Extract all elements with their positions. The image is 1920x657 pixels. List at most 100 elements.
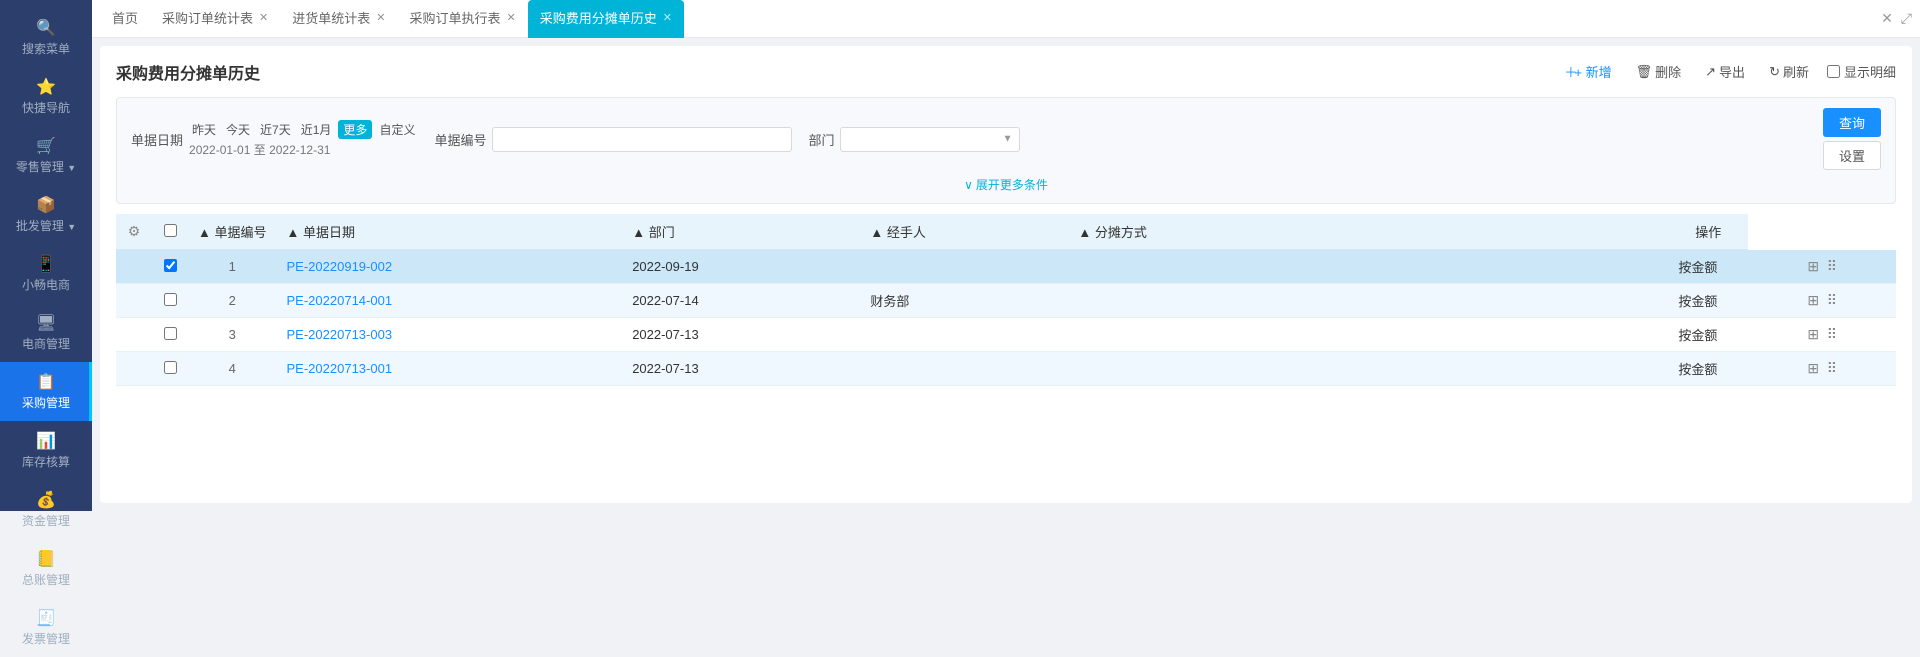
row-view-icon-4[interactable]: ⊞ (1807, 360, 1819, 376)
row-view-icon-1[interactable]: ⊞ (1807, 258, 1819, 274)
sidebar-item-invoice[interactable]: 🧾 发票管理 (0, 598, 92, 657)
money-icon: 💰 (4, 490, 88, 510)
sidebar-item-retail[interactable]: 🛒 零售管理 ▼ (0, 126, 92, 185)
shortcut-custom[interactable]: 自定义 (376, 120, 418, 139)
sidebar-item-mobile[interactable]: 📱 小畅电商 (0, 244, 92, 303)
export-button[interactable]: ↗ 导出 (1699, 58, 1751, 85)
close-tab-inbound-stats[interactable]: ✕ (376, 11, 385, 24)
show-cols-toggle[interactable]: 显示明细 (1827, 62, 1896, 81)
table-row: 3 PE-20220713-003 2022-07-13 按金额 ⊞ ⠿ (116, 318, 1896, 352)
close-tab-purchase-order-exec[interactable]: ✕ (507, 11, 516, 24)
row-dept-cell (860, 352, 1068, 386)
shortcut-today[interactable]: 今天 (223, 120, 253, 139)
row-handler-cell (1068, 352, 1668, 386)
order-no-input[interactable] (492, 127, 792, 152)
row-dept-cell: 财务部 (860, 284, 1068, 318)
star-icon: ⭐ (4, 77, 88, 97)
table-settings-icon[interactable]: ⚙ (128, 223, 141, 239)
tab-purchase-order-stats[interactable]: 采购订单统计表 ✕ (150, 0, 280, 38)
expand-conditions-button[interactable]: ∨ 展开更多条件 (964, 176, 1048, 193)
chart-icon: 📊 (4, 431, 88, 451)
sidebar-item-ecommerce[interactable]: 🖥 电商管理 (0, 303, 92, 362)
search-actions: 查询 设置 (1823, 108, 1881, 170)
row-checkbox-cell (152, 352, 188, 386)
page-header: 采购费用分摊单历史 ＋ + 新增 🗑 删除 ↗ 导出 ↻ 刷新 (116, 58, 1896, 85)
row-dept-cell (860, 318, 1068, 352)
box-icon: 📦 (4, 195, 88, 215)
row-view-icon-3[interactable]: ⊞ (1807, 326, 1819, 342)
tab-inbound-stats[interactable]: 进货单统计表 ✕ (280, 0, 397, 38)
row-settings-cell (116, 250, 152, 284)
trash-icon: 🗑 (1636, 64, 1653, 80)
row-checkbox-1[interactable] (164, 259, 177, 272)
row-more-icon-3[interactable]: ⠿ (1827, 326, 1837, 342)
date-shortcuts: 昨天 今天 近7天 近1月 更多 自定义 (189, 120, 418, 139)
table-row: 1 PE-20220919-002 2022-09-19 按金额 ⊞ ⠿ (116, 250, 1896, 284)
row-checkbox-2[interactable] (164, 293, 177, 306)
row-more-icon-1[interactable]: ⠿ (1827, 258, 1837, 274)
expand-row: ∨ 展开更多条件 (131, 176, 1881, 193)
sidebar-item-wholesale[interactable]: 📦 批发管理 ▼ (0, 185, 92, 244)
main-area: 首页 采购订单统计表 ✕ 进货单统计表 ✕ 采购订单执行表 ✕ 采购费用分摊单历… (92, 0, 1920, 511)
sidebar-item-inventory[interactable]: 📊 库存核算 (0, 421, 92, 480)
window-controls: ✕ ⤢ (1881, 10, 1912, 27)
row-num-cell: 4 (188, 352, 277, 386)
row-more-icon-4[interactable]: ⠿ (1827, 360, 1837, 376)
row-settings-cell (116, 284, 152, 318)
order-no-link-1[interactable]: PE-20220919-002 (287, 259, 393, 274)
sidebar-item-shortcut[interactable]: ⭐ 快捷导航 (0, 67, 92, 126)
order-no-link-4[interactable]: PE-20220713-001 (287, 361, 393, 376)
order-no-field: 单据编号 (434, 127, 792, 152)
refresh-button[interactable]: ↻ 刷新 (1763, 58, 1815, 85)
row-view-icon-2[interactable]: ⊞ (1807, 292, 1819, 308)
chevron-down-icon: ▼ (67, 163, 76, 173)
close-window-icon[interactable]: ✕ (1881, 10, 1893, 27)
delete-button[interactable]: 🗑 删除 (1630, 58, 1688, 85)
show-cols-checkbox[interactable] (1827, 65, 1840, 78)
table-body: 1 PE-20220919-002 2022-09-19 按金额 ⊞ ⠿ 2 P… (116, 250, 1896, 386)
row-settings-cell (116, 318, 152, 352)
close-tab-purchase-cost-history[interactable]: ✕ (663, 11, 672, 24)
row-checkbox-4[interactable] (164, 361, 177, 374)
tab-bar: 首页 采购订单统计表 ✕ 进货单统计表 ✕ 采购订单执行表 ✕ 采购费用分摊单历… (92, 0, 1920, 38)
query-button[interactable]: 查询 (1823, 108, 1881, 137)
refresh-icon: ↻ (1769, 64, 1780, 80)
content-area: 采购费用分摊单历史 ＋ + 新增 🗑 删除 ↗ 导出 ↻ 刷新 (100, 46, 1912, 503)
clipboard-icon: 📋 (4, 372, 88, 392)
close-tab-purchase-order-stats[interactable]: ✕ (259, 11, 268, 24)
sidebar-item-ledger[interactable]: 📒 总账管理 (0, 539, 92, 598)
row-more-icon-2[interactable]: ⠿ (1827, 292, 1837, 308)
order-no-link-3[interactable]: PE-20220713-003 (287, 327, 393, 342)
table-col-split-method: ▲ 分摊方式 (1068, 214, 1668, 250)
row-checkbox-3[interactable] (164, 327, 177, 340)
chevron-down-icon: ▼ (67, 222, 76, 232)
table-col-action: 操作 (1668, 214, 1748, 250)
select-all-checkbox[interactable] (164, 224, 177, 237)
row-handler-cell (1068, 318, 1668, 352)
search-bar: 单据日期 昨天 今天 近7天 近1月 更多 自定义 2022-01-01 至 2… (116, 97, 1896, 204)
row-split-method-cell: 按金额 (1668, 284, 1748, 318)
row-order-no-cell: PE-20220713-003 (277, 318, 623, 352)
settings-button[interactable]: 设置 (1823, 141, 1881, 170)
shortcut-7days[interactable]: 近7天 (257, 120, 294, 139)
tab-home[interactable]: 首页 (100, 0, 150, 38)
shortcut-yesterday[interactable]: 昨天 (189, 120, 219, 139)
order-no-link-2[interactable]: PE-20220714-001 (287, 293, 393, 308)
sidebar-item-purchase[interactable]: 📋 采购管理 (0, 362, 92, 421)
date-label: 单据日期 (131, 130, 183, 149)
shortcut-more[interactable]: 更多 (338, 120, 372, 139)
row-handler-cell (1068, 250, 1668, 284)
maximize-window-icon[interactable]: ⤢ (1901, 10, 1912, 27)
tab-purchase-cost-history[interactable]: 采购费用分摊单历史 ✕ (528, 0, 684, 38)
sidebar-item-finance[interactable]: 💰 资金管理 (0, 480, 92, 539)
shortcut-1month[interactable]: 近1月 (298, 120, 335, 139)
tab-purchase-order-exec[interactable]: 采购订单执行表 ✕ (397, 0, 527, 38)
row-split-method-cell: 按金额 (1668, 250, 1748, 284)
add-button[interactable]: ＋ + 新增 (1558, 58, 1617, 85)
order-no-label: 单据编号 (434, 130, 486, 149)
dept-select[interactable] (840, 127, 1020, 152)
table-col-order-no: ▲ 单据编号 (188, 214, 277, 250)
table-col-handler: ▲ 经手人 (860, 214, 1068, 250)
sidebar-item-search[interactable]: 🔍 搜索菜单 (0, 8, 92, 67)
table-header-row: ⚙ ▲ 单据编号 ▲ 单据日期 (116, 214, 1896, 250)
